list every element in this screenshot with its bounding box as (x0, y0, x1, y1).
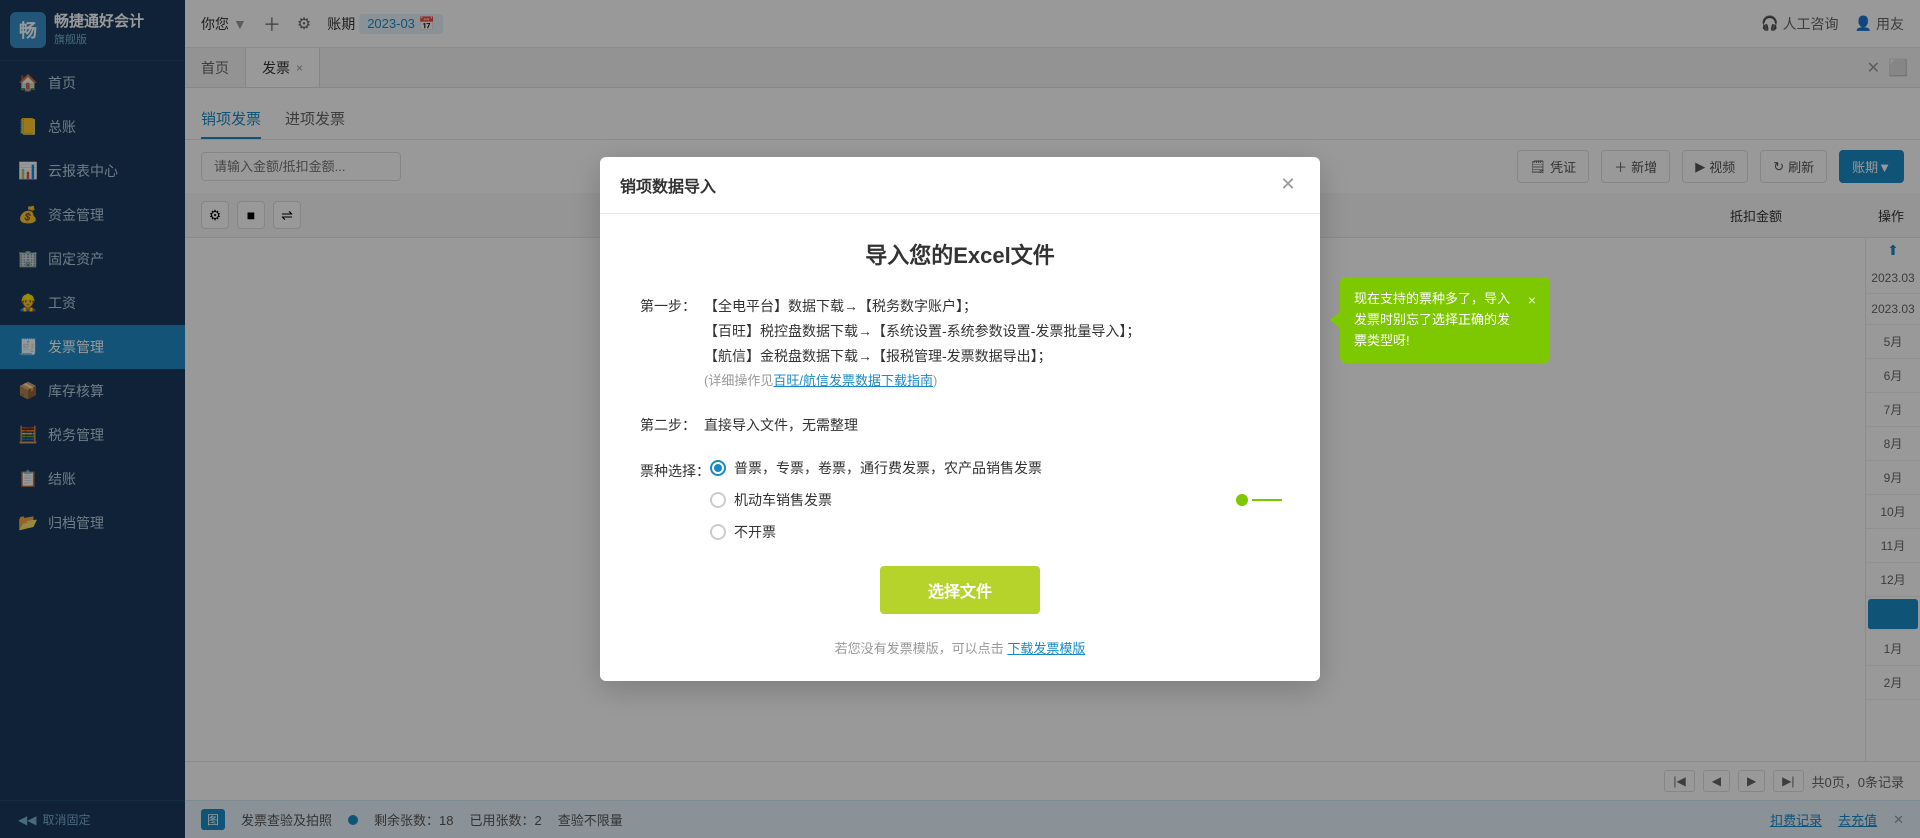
download-template-link[interactable]: 下载发票模版 (1007, 641, 1085, 656)
radio-circle-1 (710, 460, 726, 476)
radio-group: 普票，专票，卷票，通行费发票，农产品销售发票 机动车销售发票 (710, 458, 1042, 542)
radio-circle-3 (710, 524, 726, 540)
guide-link[interactable]: 百旺/航信发票数据下载指南 (773, 373, 933, 388)
radio-item-3[interactable]: 不开票 (710, 522, 1042, 542)
tooltip-bubble: × 现在支持的票种多了，导入发票时别忘了选择正确的发票类型呀! (1340, 277, 1550, 363)
radio-label-1: 普票，专票，卷票，通行费发票，农产品销售发票 (734, 458, 1042, 478)
radio-label-3: 不开票 (734, 522, 776, 542)
modal-dialog: 销项数据导入 ✕ 导入您的Excel文件 第一步： 【全电平台】数据下载→【税务… (600, 157, 1320, 681)
tooltip-line (1252, 499, 1282, 501)
ticket-label: 票种选择： (640, 461, 710, 481)
select-file-section: 选择文件 (640, 566, 1280, 614)
step2: 第二步： 直接导入文件，无需整理 (640, 413, 1280, 438)
ticket-select: 票种选择： 普票，专票，卷票，通行费发票，农产品销售发票 机动车销售 (640, 458, 1280, 542)
step1-line2: 【百旺】税控盘数据下载→【系统设置-系统参数设置-发票批量导入】； (704, 319, 1140, 344)
tooltip-connector (1236, 494, 1282, 506)
radio-item-2[interactable]: 机动车销售发票 (710, 490, 1042, 510)
tooltip-arrow (1330, 312, 1340, 328)
step1-label: 第一步： (640, 296, 696, 316)
step2-text: 直接导入文件，无需整理 (704, 417, 858, 433)
step1-link: (详细操作见百旺/航信发票数据下载指南) (704, 369, 1140, 392)
select-file-btn[interactable]: 选择文件 (880, 566, 1040, 614)
modal-main-title: 导入您的Excel文件 (640, 238, 1280, 270)
modal-overlay: 销项数据导入 ✕ 导入您的Excel文件 第一步： 【全电平台】数据下载→【税务… (0, 0, 1920, 838)
footer-text: 若您没有发票模版，可以点击 (835, 641, 1004, 656)
step1-line3: 【航信】金税盘数据下载→【报税管理-发票数据导出】； (704, 344, 1140, 369)
modal-title: 销项数据导入 (620, 173, 716, 197)
step1-line1: 【全电平台】数据下载→【税务数字账户】； (704, 294, 1140, 319)
step2-content: 直接导入文件，无需整理 (704, 413, 858, 438)
radio-dot-1 (714, 464, 722, 472)
modal-close-btn[interactable]: ✕ (1276, 173, 1300, 197)
radio-circle-2 (710, 492, 726, 508)
step1-content: 【全电平台】数据下载→【税务数字账户】； 【百旺】税控盘数据下载→【系统设置-系… (704, 294, 1140, 393)
modal-header: 销项数据导入 ✕ (600, 157, 1320, 214)
tooltip-text: 现在支持的票种多了，导入发票时别忘了选择正确的发票类型呀! (1354, 291, 1510, 348)
step1: 第一步： 【全电平台】数据下载→【税务数字账户】； 【百旺】税控盘数据下载→【系… (640, 294, 1280, 393)
modal-footer: 若您没有发票模版，可以点击 下载发票模版 (640, 638, 1280, 657)
tooltip-close-btn[interactable]: × (1528, 289, 1536, 311)
radio-label-2: 机动车销售发票 (734, 490, 832, 510)
modal-body: 导入您的Excel文件 第一步： 【全电平台】数据下载→【税务数字账户】； 【百… (600, 214, 1320, 681)
step2-label: 第二步： (640, 415, 696, 435)
ticket-row: 票种选择： 普票，专票，卷票，通行费发票，农产品销售发票 机动车销售 (640, 458, 1280, 542)
radio-item-1[interactable]: 普票，专票，卷票，通行费发票，农产品销售发票 (710, 458, 1042, 478)
tooltip-dot (1236, 494, 1248, 506)
